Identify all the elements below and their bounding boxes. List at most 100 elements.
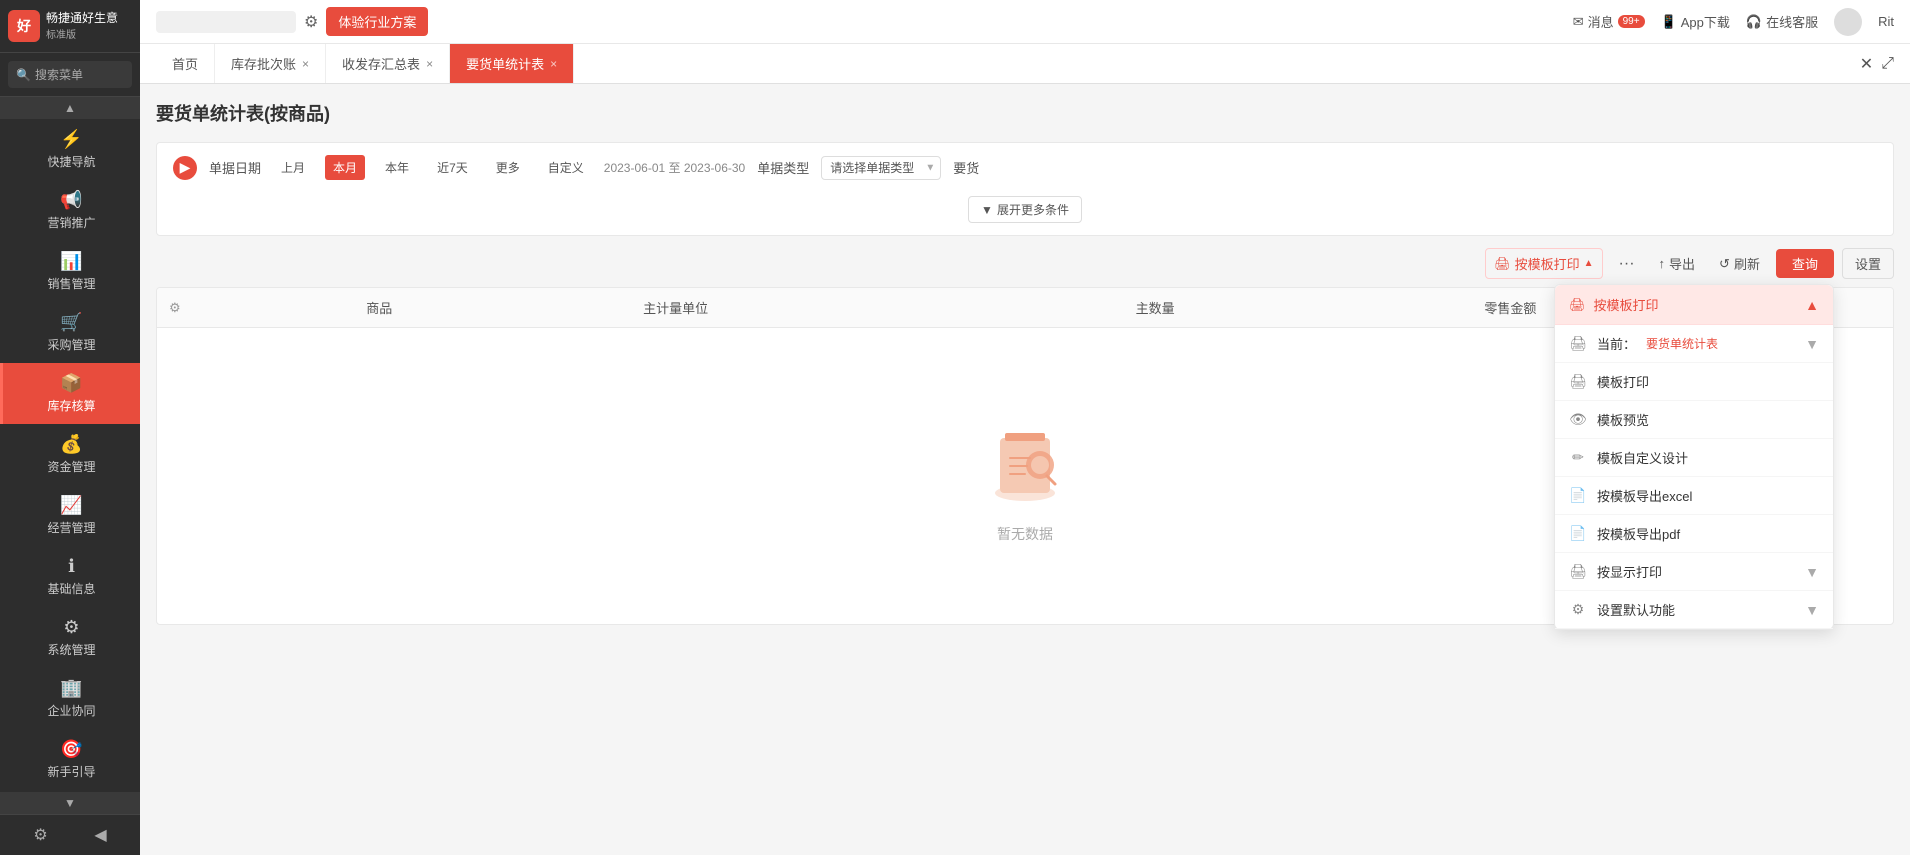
filter-toggle-button[interactable]: ▶ xyxy=(173,156,197,180)
filter-expand-label: 展开更多条件 xyxy=(997,201,1069,218)
dropdown-item-export-pdf[interactable]: 📄 按模板导出pdf xyxy=(1555,515,1833,553)
dropdown-display-print[interactable]: 🖨 按显示打印 ▼ xyxy=(1555,553,1833,591)
type-filter-label: 单据类型 xyxy=(757,158,809,177)
table-header-unit: 主计量单位 xyxy=(631,288,1124,328)
tabbar: 首页 库存批次账 × 收发存汇总表 × 要货单统计表 × ✕ ⤢ xyxy=(140,44,1910,84)
tab-order-stats-close[interactable]: × xyxy=(550,57,557,71)
print-icon: 🖨 xyxy=(1494,256,1511,272)
empty-state-icon xyxy=(975,408,1075,508)
page-title: 要货单统计表(按商品) xyxy=(156,100,1894,126)
topbar-right: ✉ 消息 99+ 📱 App下载 🎧 在线客服 Rit xyxy=(1573,8,1894,36)
message-label: 消息 xyxy=(1588,12,1614,31)
export-icon: ↑ xyxy=(1659,256,1666,271)
tab-receipt-summary-close[interactable]: × xyxy=(426,57,433,71)
settings-button[interactable]: 设置 xyxy=(1842,248,1894,279)
topbar-promo-button[interactable]: 体验行业方案 xyxy=(326,7,428,36)
app-version: 标准版 xyxy=(46,26,118,41)
print-dropdown-menu: 🖨 按模板打印 ▲ 🖨 当前： 要货单统计表 ▼ xyxy=(1554,284,1834,630)
system-icon: ⚙ xyxy=(63,617,79,638)
sidebar-item-label: 经营管理 xyxy=(47,519,95,536)
dropdown-current-value: 要货单统计表 xyxy=(1646,335,1718,352)
dropdown-header: 🖨 按模板打印 ▲ xyxy=(1555,285,1833,325)
online-service-button[interactable]: 🎧 在线客服 xyxy=(1746,12,1818,31)
refresh-button[interactable]: ↺ 刷新 xyxy=(1711,249,1768,278)
dropdown-chevron-up[interactable]: ▲ xyxy=(1805,297,1819,313)
tab-home[interactable]: 首页 xyxy=(156,44,215,83)
date-current-year-button[interactable]: 本年 xyxy=(377,155,417,180)
print-chevron-up-icon: ▲ xyxy=(1584,258,1594,269)
sidebar-item-inventory[interactable]: 📦 库存核算 xyxy=(0,363,140,424)
dropdown-item-template-print[interactable]: 🖨 模板打印 xyxy=(1555,363,1833,401)
sidebar-search-button[interactable]: 🔍 搜索菜单 xyxy=(8,61,132,88)
purchase-icon: 🛒 xyxy=(60,312,82,333)
date-filter-label: 单据日期 xyxy=(209,158,261,177)
tab-receipt-summary[interactable]: 收发存汇总表 × xyxy=(326,44,450,83)
more-actions-button[interactable]: ··· xyxy=(1611,250,1643,278)
sidebar-item-marketing[interactable]: 📢 营销推广 xyxy=(0,180,140,241)
tab-close-all-button[interactable]: ✕ xyxy=(1860,54,1873,74)
template-design-icon: ✏ xyxy=(1569,449,1587,466)
sidebar-item-basic-info[interactable]: ℹ 基础信息 xyxy=(0,546,140,607)
sidebar-item-sales[interactable]: 📊 销售管理 xyxy=(0,241,140,302)
sidebar-footer-collapse-button[interactable]: ◀ xyxy=(94,825,106,845)
main-area: ⚙ 体验行业方案 ✉ 消息 99+ 📱 App下载 🎧 在线客服 Rit 首 xyxy=(140,0,1910,855)
sidebar-item-newbie[interactable]: 🎯 新手引导 xyxy=(0,729,140,790)
filter-expand-button[interactable]: ▼ 展开更多条件 xyxy=(968,196,1082,223)
filter-bar: ▶ 单据日期 上月 本月 本年 近7天 更多 自定义 2023-06-01 至 … xyxy=(156,142,1894,236)
headset-icon: 🎧 xyxy=(1746,14,1762,30)
sidebar-scroll-down-button[interactable]: ▼ xyxy=(0,792,140,814)
dropdown-item-template-design[interactable]: ✏ 模板自定义设计 xyxy=(1555,439,1833,477)
newbie-icon: 🎯 xyxy=(60,739,82,760)
app-download-button[interactable]: 📱 App下载 xyxy=(1661,12,1730,31)
sidebar-item-enterprise[interactable]: 🏢 企业协同 xyxy=(0,668,140,729)
user-avatar[interactable] xyxy=(1834,8,1862,36)
sidebar-item-label: 资金管理 xyxy=(47,458,95,475)
type-filter-wrap: 请选择单据类型 要货单 xyxy=(821,156,941,180)
dropdown-set-default[interactable]: ⚙ 设置默认功能 ▼ xyxy=(1555,591,1833,629)
enterprise-icon: 🏢 xyxy=(60,678,82,699)
sidebar-item-quick-nav[interactable]: ⚡ 快捷导航 xyxy=(0,119,140,180)
topbar-search-input[interactable] xyxy=(156,11,296,33)
date-prev-month-button[interactable]: 上月 xyxy=(273,155,313,180)
export-button[interactable]: ↑ 导出 xyxy=(1651,249,1704,278)
export-excel-icon: 📄 xyxy=(1569,487,1587,504)
dropdown-item-export-excel[interactable]: 📄 按模板导出excel xyxy=(1555,477,1833,515)
table-settings-icon[interactable]: ⚙ xyxy=(169,300,181,315)
sidebar-footer-settings-button[interactable]: ⚙ xyxy=(33,825,47,845)
current-template-icon: 🖨 xyxy=(1569,335,1587,352)
sidebar-item-purchase[interactable]: 🛒 采购管理 xyxy=(0,302,140,363)
export-label: 导出 xyxy=(1669,254,1695,273)
tab-inventory-batch[interactable]: 库存批次账 × xyxy=(215,44,326,83)
sidebar-scroll-up-button[interactable]: ▲ xyxy=(0,97,140,119)
settings-icon: ⚙ xyxy=(304,14,318,31)
tab-maximize-button[interactable]: ⤢ xyxy=(1881,55,1894,73)
template-print-label: 模板打印 xyxy=(1597,372,1649,391)
sidebar-item-operations[interactable]: 📈 经营管理 xyxy=(0,485,140,546)
dropdown-item-template-preview[interactable]: 👁 模板预览 xyxy=(1555,401,1833,439)
sidebar-item-label: 库存核算 xyxy=(47,397,95,414)
date-current-month-button[interactable]: 本月 xyxy=(325,155,365,180)
sidebar-item-label: 基础信息 xyxy=(47,580,95,597)
message-button[interactable]: ✉ 消息 99+ xyxy=(1573,12,1645,31)
topbar-settings-button[interactable]: ⚙ xyxy=(304,12,318,32)
query-button[interactable]: 查询 xyxy=(1776,249,1834,278)
type-filter-select[interactable]: 请选择单据类型 要货单 xyxy=(821,156,941,180)
dropdown-current-label: 当前： xyxy=(1597,334,1636,353)
action-bar: 🖨 按模板打印 ▲ ··· ↑ 导出 ↺ 刷新 查询 设置 xyxy=(156,248,1894,279)
date-last-7-days-button[interactable]: 近7天 xyxy=(429,155,476,180)
template-print-icon: 🖨 xyxy=(1569,373,1587,390)
dropdown-header-left: 🖨 按模板打印 xyxy=(1569,295,1659,314)
set-default-chevron: ▼ xyxy=(1805,602,1819,618)
print-button[interactable]: 🖨 按模板打印 ▲ xyxy=(1485,248,1602,279)
dropdown-current-template[interactable]: 🖨 当前： 要货单统计表 ▼ xyxy=(1555,325,1833,363)
date-more-button[interactable]: 更多 xyxy=(488,155,528,180)
table-header-settings[interactable]: ⚙ xyxy=(157,288,354,328)
app-download-label: App下载 xyxy=(1681,12,1730,31)
tab-order-stats[interactable]: 要货单统计表 × xyxy=(450,44,574,83)
sidebar-item-system[interactable]: ⚙ 系统管理 xyxy=(0,607,140,668)
operations-icon: 📈 xyxy=(60,495,82,516)
sidebar-item-finance[interactable]: 💰 资金管理 xyxy=(0,424,140,485)
tab-inventory-batch-close[interactable]: × xyxy=(302,57,309,71)
date-custom-button[interactable]: 自定义 xyxy=(540,155,592,180)
sidebar: 好 畅捷通好生意 标准版 🔍 搜索菜单 ▲ ⚡ 快捷导航 📢 营销推广 📊 销售… xyxy=(0,0,140,855)
